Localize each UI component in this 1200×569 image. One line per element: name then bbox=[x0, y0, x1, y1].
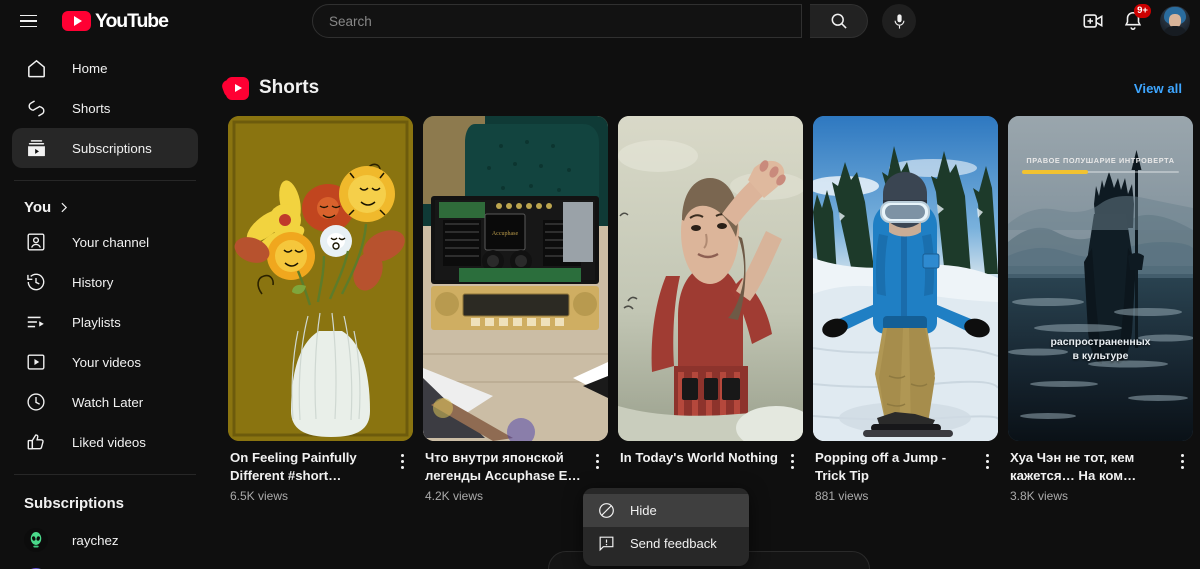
search-button[interactable] bbox=[810, 4, 868, 38]
sidebar-item-channel-better-voice[interactable]: Better Voice bbox=[12, 560, 198, 569]
thumbnail-overlay-caption: распространенныхв культуре bbox=[1016, 335, 1185, 363]
voice-search-icon[interactable] bbox=[882, 4, 916, 38]
masthead-actions: 9+ bbox=[1076, 0, 1190, 42]
sidebar-channel-label: raychez bbox=[72, 533, 198, 548]
sidebar-item-home[interactable]: Home bbox=[12, 48, 198, 88]
shelf-title: Shorts bbox=[259, 77, 319, 99]
alien-avatar bbox=[24, 528, 48, 552]
context-menu-item-label: Hide bbox=[630, 503, 657, 518]
sidebar-item-your-channel[interactable]: Your channel bbox=[12, 222, 198, 262]
shorts-card-views: 6.5K views bbox=[230, 489, 391, 503]
shorts-card-more-actions-icon[interactable] bbox=[586, 450, 608, 472]
shorts-thumbnail[interactable] bbox=[813, 116, 998, 441]
youtube-logo[interactable]: YouTube bbox=[62, 10, 168, 33]
block-icon bbox=[597, 501, 616, 520]
playlists-icon bbox=[24, 310, 48, 334]
shorts-card-title[interactable]: On Feeling Painfully Different #short… bbox=[230, 449, 391, 485]
shorts-thumbnail[interactable] bbox=[618, 116, 803, 441]
sidebar-item-label: Shorts bbox=[72, 101, 110, 116]
feedback-icon bbox=[597, 534, 616, 553]
shorts-card-meta: Popping off a Jump - Trick Tip 881 views bbox=[813, 441, 998, 503]
youtube-play-icon bbox=[62, 11, 91, 31]
shorts-thumbnail[interactable]: ПРАВОЕ ПОЛУШАРИЕ ИНТРОВЕРТА распростране… bbox=[1008, 116, 1193, 441]
create-video-icon[interactable] bbox=[1076, 4, 1110, 38]
sidebar-item-label: Subscriptions bbox=[72, 141, 152, 156]
chevron-right-icon bbox=[57, 201, 70, 214]
watch-later-icon bbox=[24, 390, 48, 414]
notification-count-badge: 9+ bbox=[1134, 4, 1151, 18]
shorts-card-title[interactable]: Что внутри японской легенды Accuphase E… bbox=[425, 449, 586, 485]
sidebar-item-history[interactable]: History bbox=[12, 262, 198, 302]
sidebar-divider-1 bbox=[14, 180, 196, 181]
history-icon bbox=[24, 270, 48, 294]
thumbnail-progress-bar bbox=[1022, 171, 1179, 173]
youtube-subscriptions-page: YouTube bbox=[0, 0, 1200, 569]
sidebar-item-label: Home bbox=[72, 61, 107, 76]
sidebar-divider-2 bbox=[14, 474, 196, 475]
svg-text:Accuphase: Accuphase bbox=[492, 231, 519, 237]
sidebar-section-subscriptions-title: Subscriptions bbox=[0, 487, 210, 520]
shorts-card-more-actions-icon[interactable] bbox=[781, 450, 803, 472]
sidebar-item-shorts[interactable]: Shorts bbox=[12, 88, 198, 128]
shorts-card: On Feeling Painfully Different #short… 6… bbox=[228, 116, 413, 503]
guide-sidebar: Home Shorts Subscriptions bbox=[0, 42, 210, 569]
view-all-link[interactable]: View all bbox=[1134, 81, 1182, 96]
sidebar-item-your-videos[interactable]: Your videos bbox=[12, 342, 198, 382]
shorts-thumbnail[interactable]: Accuphase bbox=[423, 116, 608, 441]
search-input[interactable] bbox=[329, 14, 801, 29]
context-menu-item-label: Send feedback bbox=[630, 536, 717, 551]
shorts-card-views: 881 views bbox=[815, 489, 976, 503]
youtube-wordmark: YouTube bbox=[95, 10, 168, 33]
notifications-bell-icon[interactable]: 9+ bbox=[1116, 4, 1150, 38]
search-box[interactable] bbox=[312, 4, 802, 38]
shorts-card: In Today's World Nothing bbox=[618, 116, 803, 503]
your-videos-icon bbox=[24, 350, 48, 374]
sidebar-item-watch-later[interactable]: Watch Later bbox=[12, 382, 198, 422]
shorts-shelf-header: Shorts View all bbox=[210, 64, 1200, 112]
sidebar-item-channel-raychez[interactable]: raychez bbox=[12, 520, 198, 560]
sidebar-item-subscriptions[interactable]: Subscriptions bbox=[12, 128, 198, 168]
home-icon bbox=[24, 56, 48, 80]
shorts-card-meta: Что внутри японской легенды Accuphase E…… bbox=[423, 441, 608, 503]
search-area bbox=[312, 4, 916, 38]
shorts-card-title[interactable]: Popping off a Jump - Trick Tip bbox=[815, 449, 976, 485]
liked-videos-icon bbox=[24, 430, 48, 454]
shorts-card-more-actions-icon[interactable] bbox=[1171, 450, 1193, 472]
shorts-icon bbox=[24, 96, 48, 120]
shorts-card-views: 4.2K views bbox=[425, 489, 586, 503]
shorts-card-more-actions-icon[interactable] bbox=[391, 450, 413, 472]
sidebar-item-label: Your channel bbox=[72, 235, 149, 250]
context-menu-item-send-feedback[interactable]: Send feedback bbox=[583, 527, 749, 560]
shorts-card-meta: On Feeling Painfully Different #short… 6… bbox=[228, 441, 413, 503]
shorts-card-meta: In Today's World Nothing bbox=[618, 441, 803, 472]
shorts-card: Popping off a Jump - Trick Tip 881 views bbox=[813, 116, 998, 503]
sidebar-item-label: Liked videos bbox=[72, 435, 146, 450]
sidebar-item-playlists[interactable]: Playlists bbox=[12, 302, 198, 342]
sidebar-item-label: History bbox=[72, 275, 113, 290]
subscriptions-icon bbox=[24, 136, 48, 160]
thumbnail-overlay-title: ПРАВОЕ ПОЛУШАРИЕ ИНТРОВЕРТА bbox=[1020, 156, 1181, 165]
context-menu-item-hide[interactable]: Hide bbox=[583, 494, 749, 527]
sidebar-item-label: Watch Later bbox=[72, 395, 143, 410]
sidebar-item-label: Your videos bbox=[72, 355, 141, 370]
context-menu: Hide Send feedback bbox=[583, 488, 749, 566]
your-channel-icon bbox=[24, 230, 48, 254]
guide-menu-icon[interactable] bbox=[8, 1, 48, 41]
shorts-card-title[interactable]: In Today's World Nothing bbox=[620, 449, 781, 467]
sidebar-section-you[interactable]: You bbox=[0, 193, 210, 222]
sidebar-item-liked-videos[interactable]: Liked videos bbox=[12, 422, 198, 462]
masthead: YouTube bbox=[0, 0, 1200, 42]
shorts-card-title[interactable]: Хуа Чэн не тот, кем кажется… На ком… bbox=[1010, 449, 1171, 485]
shorts-card-views: 3.8K views bbox=[1010, 489, 1171, 503]
sidebar-item-label: Playlists bbox=[72, 315, 121, 330]
sidebar-section-you-label: You bbox=[24, 199, 51, 216]
shorts-thumbnail[interactable] bbox=[228, 116, 413, 441]
shorts-card-row: On Feeling Painfully Different #short… 6… bbox=[210, 116, 1200, 503]
shorts-card: Accuphase bbox=[423, 116, 608, 503]
avatar[interactable] bbox=[1160, 6, 1190, 36]
shorts-card: ПРАВОЕ ПОЛУШАРИЕ ИНТРОВЕРТА распростране… bbox=[1008, 116, 1193, 503]
shorts-icon bbox=[226, 77, 249, 100]
shorts-card-meta: Хуа Чэн не тот, кем кажется… На ком… 3.8… bbox=[1008, 441, 1193, 503]
shorts-card-more-actions-icon[interactable] bbox=[976, 450, 998, 472]
